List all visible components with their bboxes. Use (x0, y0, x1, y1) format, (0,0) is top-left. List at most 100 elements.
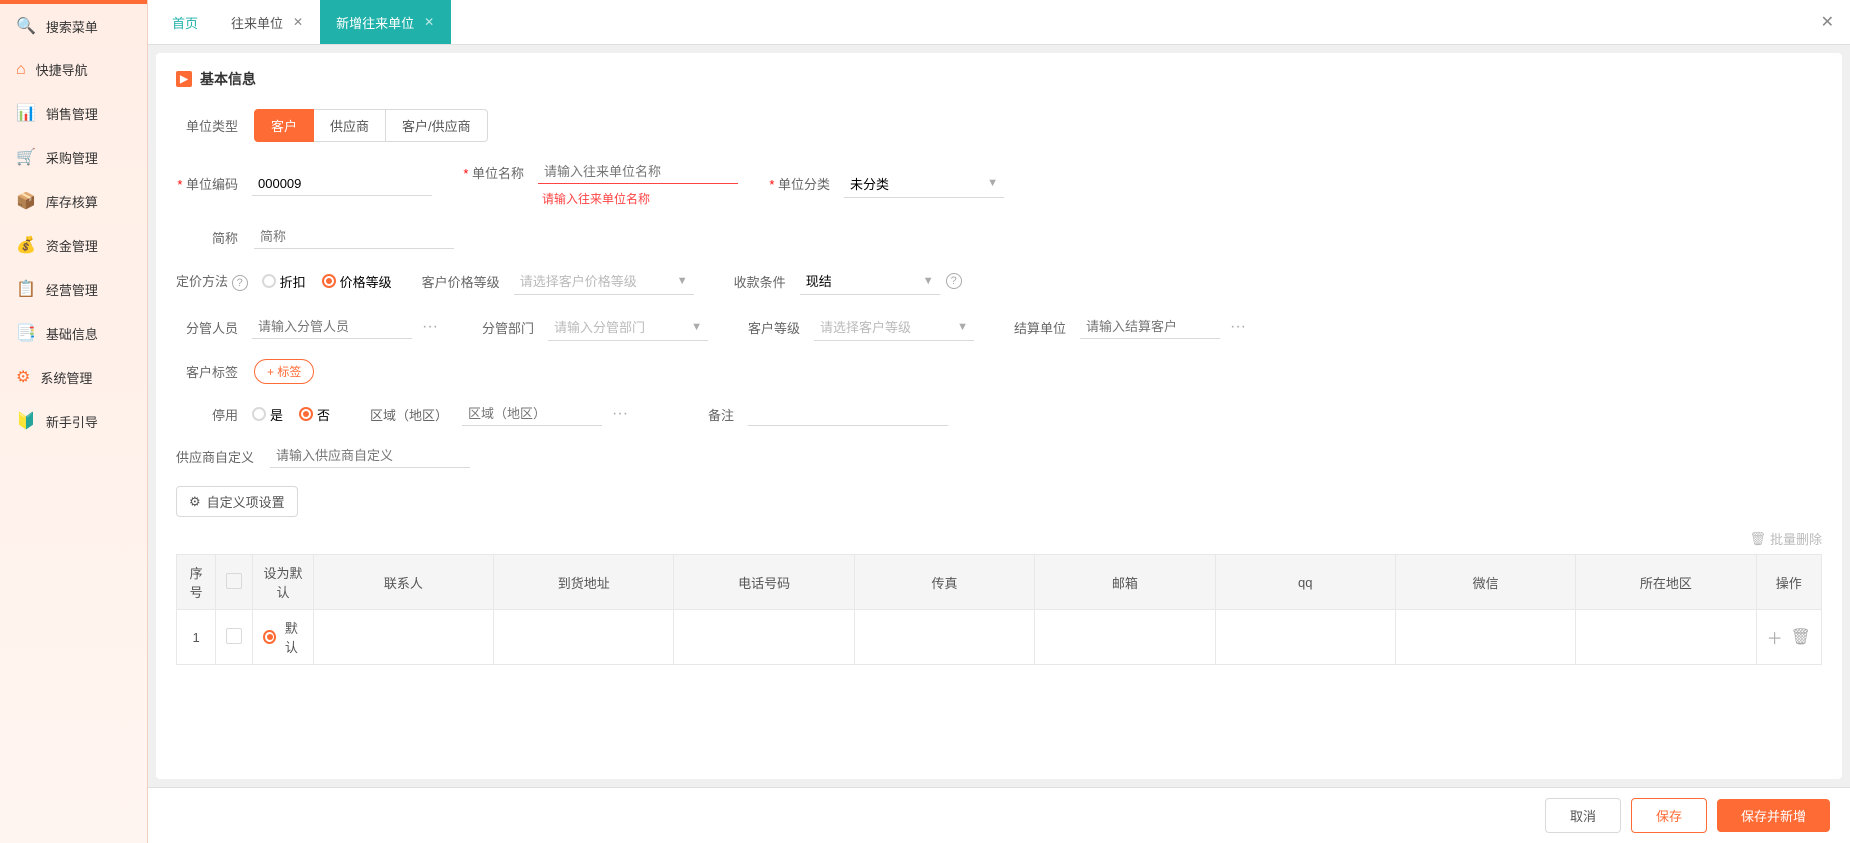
tab-bar-close-all[interactable]: ✕ (1813, 12, 1842, 32)
no-radio[interactable] (299, 407, 313, 421)
department-dropdown[interactable]: 请输入分管部门 ▼ (548, 313, 708, 341)
delete-row-btn[interactable]: 🗑 (1791, 625, 1811, 649)
cell-contact[interactable] (313, 610, 493, 665)
payment-terms-help[interactable]: ? (946, 273, 962, 289)
sidebar-item-guide[interactable]: 🔰 新手引导 (0, 399, 147, 443)
address-input[interactable] (512, 626, 655, 649)
disabled-yes[interactable]: 是 (252, 405, 283, 424)
manager-more-btn[interactable]: ··· (418, 318, 442, 336)
row-checkbox[interactable] (226, 628, 242, 644)
unit-code-field: 单位编码 (176, 172, 432, 196)
pricing-discount-option[interactable]: 折扣 (262, 272, 306, 291)
settlement-more-btn[interactable]: ··· (1226, 318, 1250, 336)
short-name-label: 简称 (176, 228, 246, 247)
unit-type-supplier[interactable]: 供应商 (314, 109, 386, 142)
unit-category-dropdown[interactable]: 未分类 ▼ (844, 170, 1004, 198)
contact-input[interactable] (332, 626, 475, 649)
payment-terms-dropdown[interactable]: 现结 ▼ (800, 267, 940, 295)
unit-type-both[interactable]: 客户/供应商 (386, 109, 488, 142)
sidebar-item-label: 经营管理 (46, 280, 98, 299)
unit-type-customer[interactable]: 客户 (254, 109, 314, 142)
col-fax: 传真 (854, 555, 1034, 610)
short-name-input[interactable] (254, 225, 454, 249)
wechat-input[interactable] (1414, 626, 1557, 649)
trash-icon: 🗑 (1749, 531, 1766, 547)
sidebar-item-purchase[interactable]: 🛒 采购管理 (0, 135, 147, 179)
settlement-unit-input[interactable] (1080, 315, 1220, 339)
cell-address[interactable] (494, 610, 674, 665)
pricing-level-option[interactable]: 价格等级 (322, 272, 392, 291)
sidebar-item-operations[interactable]: 📋 经营管理 (0, 267, 147, 311)
sidebar-item-search[interactable]: 🔍 搜索菜单 (0, 4, 147, 48)
add-row-btn[interactable]: ＋ (1767, 625, 1783, 649)
col-check (216, 555, 253, 610)
tab-home[interactable]: 首页 (156, 0, 215, 44)
customer-tag-label: 客户标签 (176, 362, 246, 381)
save-button[interactable]: 保存 (1631, 798, 1707, 833)
select-all-checkbox[interactable] (226, 573, 242, 589)
sidebar-item-basic[interactable]: 📑 基础信息 (0, 311, 147, 355)
qq-input[interactable] (1234, 626, 1377, 649)
col-qq: qq (1215, 555, 1395, 610)
sidebar-item-label: 库存核算 (46, 192, 98, 211)
tab-partners-close[interactable]: ✕ (293, 15, 303, 29)
phone-input[interactable] (692, 626, 835, 649)
pricing-help-icon[interactable]: ? (232, 275, 248, 291)
no-label: 否 (317, 405, 330, 424)
sidebar-item-quick-nav[interactable]: ⌂ 快捷导航 (0, 48, 147, 91)
remark-label: 备注 (672, 405, 742, 424)
yes-radio[interactable] (252, 407, 266, 421)
remark-input[interactable] (748, 402, 948, 426)
discount-label: 折扣 (280, 272, 306, 291)
tab-new-partner[interactable]: 新增往来单位 ✕ (320, 0, 451, 44)
customer-price-level-arrow: ▼ (677, 275, 688, 287)
payment-terms-field: 收款条件 现结 ▼ ? (724, 267, 962, 295)
fax-input[interactable] (873, 626, 1016, 649)
money-icon: 💰 (16, 235, 36, 255)
manager-field: 分管人员 ··· (176, 315, 442, 339)
box-icon: 📦 (16, 191, 36, 211)
sidebar-item-finance[interactable]: 💰 资金管理 (0, 223, 147, 267)
unit-type-group: 客户 供应商 客户/供应商 (254, 109, 488, 142)
tab-new-partner-close[interactable]: ✕ (424, 15, 434, 29)
add-tag-button[interactable]: + 标签 (254, 359, 314, 384)
unit-code-input[interactable] (252, 172, 432, 196)
custom-settings-label: 自定义项设置 (207, 492, 285, 511)
custom-settings-button[interactable]: ⚙ 自定义项设置 (176, 486, 298, 517)
supplier-custom-input[interactable] (270, 444, 470, 468)
region-input[interactable] (462, 402, 602, 426)
tab-partners[interactable]: 往来单位 ✕ (215, 0, 320, 44)
email-input[interactable] (1053, 626, 1196, 649)
discount-radio[interactable] (262, 274, 276, 288)
customer-level-dropdown[interactable]: 请选择客户等级 ▼ (814, 313, 974, 341)
customer-price-level-dropdown[interactable]: 请选择客户价格等级 ▼ (514, 267, 694, 295)
sidebar-item-system[interactable]: ⚙ 系统管理 (0, 355, 147, 399)
region-more-btn[interactable]: ··· (608, 405, 632, 423)
save-and-new-button[interactable]: 保存并新增 (1717, 799, 1830, 832)
short-name-row: 简称 (176, 225, 1822, 249)
search-icon: 🔍 (16, 16, 36, 36)
cell-qq[interactable] (1215, 610, 1395, 665)
price-level-radio[interactable] (322, 274, 336, 288)
unit-name-input[interactable] (538, 160, 738, 184)
sidebar-item-sales[interactable]: 📊 销售管理 (0, 91, 147, 135)
disabled-radio-group: 是 否 (252, 405, 330, 424)
disabled-field: 停用 是 否 (176, 405, 330, 424)
batch-delete-label[interactable]: 批量删除 (1770, 529, 1822, 548)
department-field: 分管部门 请输入分管部门 ▼ (472, 313, 708, 341)
region-table-input[interactable] (1594, 626, 1737, 649)
sidebar-item-inventory[interactable]: 📦 库存核算 (0, 179, 147, 223)
supplier-custom-row: 供应商自定义 (176, 444, 1822, 468)
row-actions: ＋ 🗑 (1767, 625, 1811, 649)
cell-email[interactable] (1035, 610, 1215, 665)
cancel-button[interactable]: 取消 (1545, 798, 1621, 833)
cell-fax[interactable] (854, 610, 1034, 665)
disabled-no[interactable]: 否 (299, 405, 330, 424)
cell-region[interactable] (1576, 610, 1756, 665)
default-radio[interactable] (263, 630, 276, 644)
manager-input[interactable] (252, 315, 412, 339)
cell-wechat[interactable] (1395, 610, 1575, 665)
customer-price-level-field: 客户价格等级 请选择客户价格等级 ▼ (422, 267, 694, 295)
customer-tag-row: 客户标签 + 标签 (176, 359, 1822, 384)
cell-phone[interactable] (674, 610, 854, 665)
